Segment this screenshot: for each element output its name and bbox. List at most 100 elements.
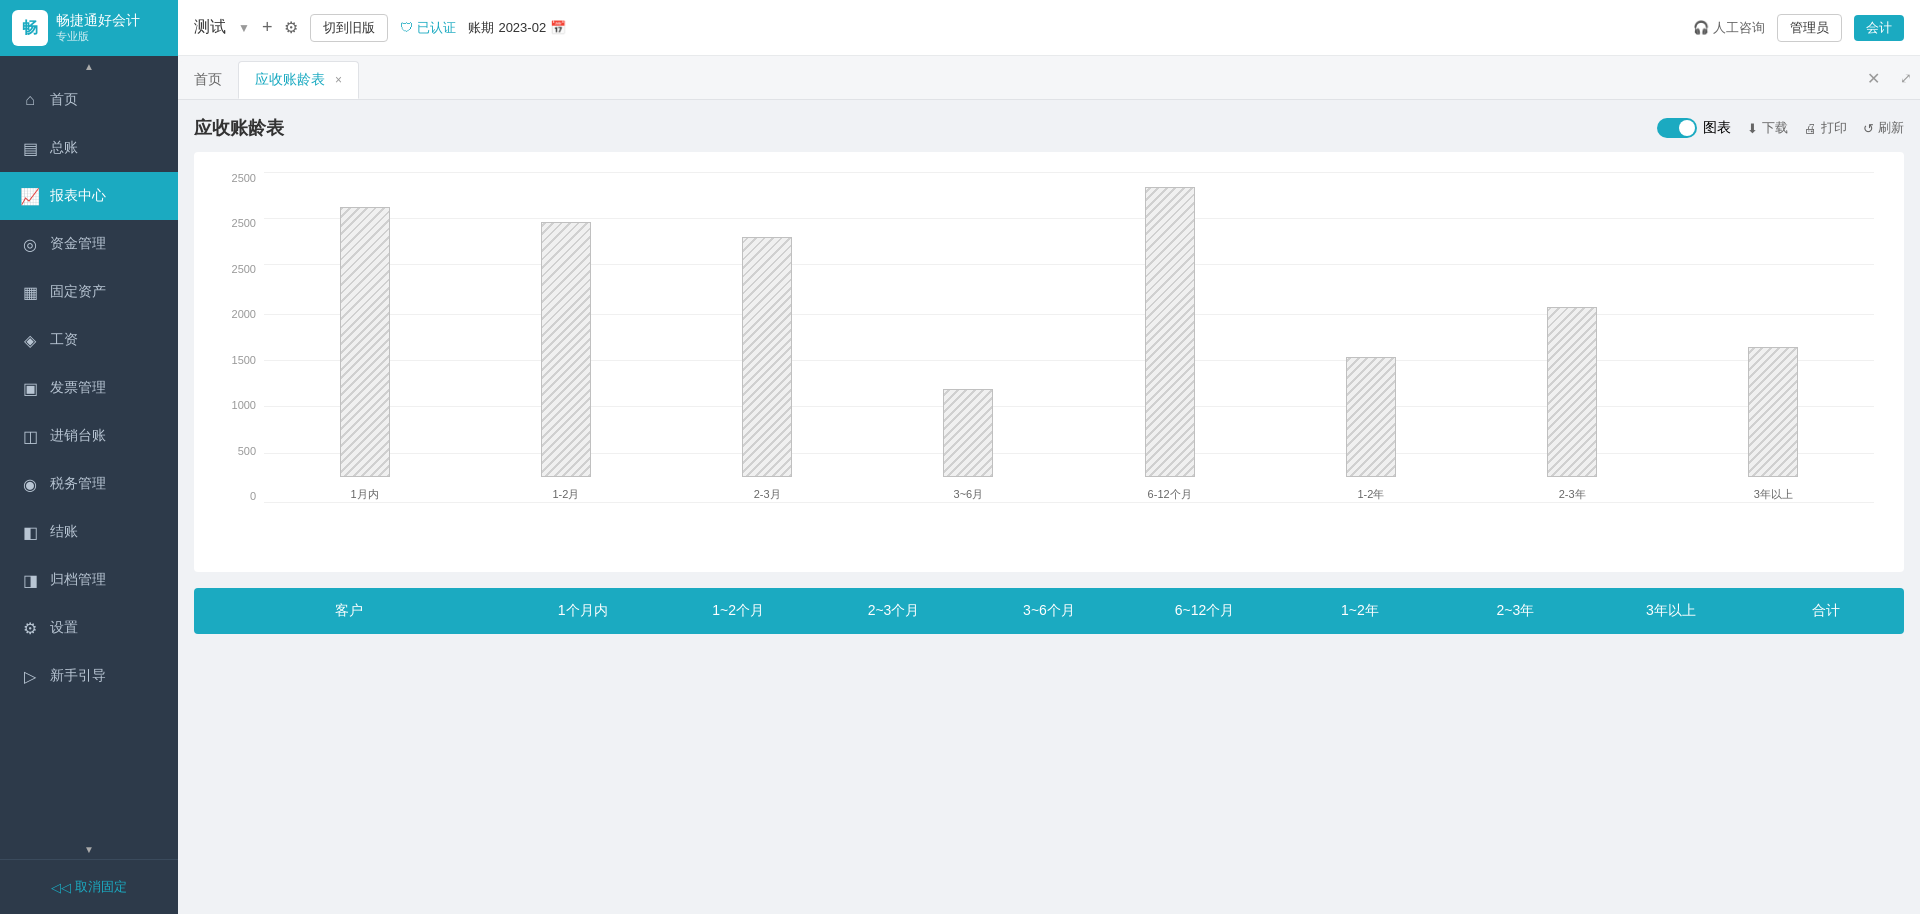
download-icon: ⬇	[1747, 121, 1758, 136]
sidebar-scroll-down[interactable]: ▼	[0, 839, 178, 859]
bar-label-2-3month: 2-3月	[754, 487, 781, 502]
print-button[interactable]: 🖨 打印	[1804, 119, 1847, 137]
refresh-button[interactable]: ↺ 刷新	[1863, 119, 1904, 137]
settings-button[interactable]: ⚙	[284, 18, 298, 37]
download-button[interactable]: ⬇ 下载	[1747, 119, 1788, 137]
sidebar: 畅 畅捷通好会计 专业版 ▲ ⌂ 首页 ▤ 总账 📈 报表中心 ◎ 资金管理 ▦…	[0, 0, 178, 914]
tab-accounts-aging[interactable]: 应收账龄表 ×	[238, 61, 359, 99]
sidebar-item-settings[interactable]: ⚙ 设置	[0, 604, 178, 652]
chart-toggle[interactable]	[1657, 118, 1697, 138]
bar-3year-plus	[1748, 347, 1798, 477]
assets-icon: ▦	[20, 283, 40, 302]
sidebar-item-archive-label: 归档管理	[50, 571, 106, 589]
bar-1-2month	[541, 222, 591, 477]
sidebar-item-reports[interactable]: 📈 报表中心	[0, 172, 178, 220]
th-1-2month: 1~2个月	[660, 588, 815, 634]
reports-icon: 📈	[20, 187, 40, 206]
tab-aging-label: 应收账龄表	[255, 71, 325, 89]
manager-button[interactable]: 管理员	[1777, 14, 1842, 42]
bar-group-1month: 1月内	[264, 207, 465, 502]
sidebar-item-sales[interactable]: ◫ 进销台账	[0, 412, 178, 460]
topbar: 测试 ▼ + ⚙ 切到旧版 🛡 已认证 账期 2023-02 📅 🎧 人工咨询 …	[178, 0, 1920, 56]
th-3year-plus: 3年以上	[1593, 588, 1748, 634]
headset-icon: 🎧	[1693, 20, 1709, 35]
sidebar-item-tax[interactable]: ◉ 税务管理	[0, 460, 178, 508]
calendar-icon[interactable]: 📅	[550, 20, 566, 35]
sidebar-item-archive[interactable]: ◨ 归档管理	[0, 556, 178, 604]
sidebar-item-assets-label: 固定资产	[50, 283, 106, 301]
sidebar-item-home[interactable]: ⌂ 首页	[0, 76, 178, 124]
bar-label-3year-plus: 3年以上	[1754, 487, 1793, 502]
tab-close-icon[interactable]: ×	[335, 73, 342, 87]
sales-icon: ◫	[20, 427, 40, 446]
y-label-2000: 2000	[232, 308, 256, 320]
guide-icon: ▷	[20, 667, 40, 686]
chart-toggle-label: 图表	[1703, 119, 1731, 137]
company-dropdown-icon[interactable]: ▼	[238, 21, 250, 35]
y-label-2500c: 2500	[232, 263, 256, 275]
funds-icon: ◎	[20, 235, 40, 254]
th-1-2year: 1~2年	[1282, 588, 1437, 634]
bar-group-6-12month: 6-12个月	[1069, 187, 1270, 502]
y-label-2500a: 2500	[232, 172, 256, 184]
sidebar-item-reports-label: 报表中心	[50, 187, 106, 205]
tabbar-close-button[interactable]: ✕	[1867, 68, 1880, 87]
sidebar-item-assets[interactable]: ▦ 固定资产	[0, 268, 178, 316]
sidebar-item-general-ledger[interactable]: ▤ 总账	[0, 124, 178, 172]
th-2-3year: 2~3年	[1438, 588, 1593, 634]
main-area: 测试 ▼ + ⚙ 切到旧版 🛡 已认证 账期 2023-02 📅 🎧 人工咨询 …	[178, 0, 1920, 914]
tab-home[interactable]: 首页	[178, 61, 238, 99]
cancel-fixed-button[interactable]: ◁◁ 取消固定	[0, 870, 178, 904]
sidebar-item-close[interactable]: ◧ 结账	[0, 508, 178, 556]
bar-6-12month	[1145, 187, 1195, 477]
period-display: 账期 2023-02 📅	[468, 19, 566, 37]
close-accounts-icon: ◧	[20, 523, 40, 542]
cancel-fixed-label: 取消固定	[75, 878, 127, 896]
refresh-icon: ↺	[1863, 121, 1874, 136]
archive-icon: ◨	[20, 571, 40, 590]
period-value: 2023-02	[498, 20, 546, 35]
bar-group-1-2month: 1-2月	[465, 222, 666, 502]
bar-label-1month: 1月内	[351, 487, 379, 502]
period-label: 账期	[468, 19, 494, 37]
page-header: 应收账龄表 图表 ⬇ 下载 🖨 打印 ↺ 刷新	[194, 116, 1904, 140]
wages-icon: ◈	[20, 331, 40, 350]
chart-container: 2500 2500 2500 2000 1500 1000 500 0	[194, 152, 1904, 572]
bar-1month	[340, 207, 390, 477]
y-axis: 2500 2500 2500 2000 1500 1000 500 0	[214, 172, 264, 502]
settings-icon: ⚙	[20, 619, 40, 638]
tabbar-expand-button[interactable]: ⤢	[1900, 70, 1912, 86]
sidebar-item-wages[interactable]: ◈ 工资	[0, 316, 178, 364]
sidebar-item-close-label: 结账	[50, 523, 78, 541]
grid-line-bottom	[264, 502, 1874, 503]
page-title: 应收账龄表	[194, 116, 284, 140]
y-label-2500b: 2500	[232, 217, 256, 229]
sidebar-item-ledger-label: 总账	[50, 139, 78, 157]
sidebar-item-invoices[interactable]: ▣ 发票管理	[0, 364, 178, 412]
accounting-button[interactable]: 会计	[1854, 15, 1904, 41]
chart-toggle-wrap: 图表	[1657, 118, 1731, 138]
th-1month: 1个月内	[505, 588, 660, 634]
sidebar-scroll-up[interactable]: ▲	[0, 56, 178, 76]
th-2-3month: 2~3个月	[816, 588, 971, 634]
page-actions: 图表 ⬇ 下载 🖨 打印 ↺ 刷新	[1657, 118, 1904, 138]
bar-label-3-6month: 3~6月	[954, 487, 984, 502]
bar-1-2year	[1346, 357, 1396, 477]
sidebar-item-funds[interactable]: ◎ 资金管理	[0, 220, 178, 268]
old-version-button[interactable]: 切到旧版	[310, 14, 388, 42]
sidebar-item-guide[interactable]: ▷ 新手引导	[0, 652, 178, 700]
bar-label-6-12month: 6-12个月	[1148, 487, 1192, 502]
y-label-1000: 1000	[232, 399, 256, 411]
ledger-icon: ▤	[20, 139, 40, 158]
tax-icon: ◉	[20, 475, 40, 494]
bar-label-1-2month: 1-2月	[552, 487, 579, 502]
th-3-6month: 3~6个月	[971, 588, 1126, 634]
add-company-button[interactable]: +	[262, 17, 273, 38]
y-label-1500: 1500	[232, 354, 256, 366]
bars-area: 1月内 1-2月 2-3月 3~6月	[264, 172, 1874, 502]
consult-button[interactable]: 🎧 人工咨询	[1693, 19, 1765, 37]
content-area: 应收账龄表 图表 ⬇ 下载 🖨 打印 ↺ 刷新	[178, 100, 1920, 914]
bar-group-3year-plus: 3年以上	[1673, 347, 1874, 502]
print-icon: 🖨	[1804, 121, 1817, 136]
y-label-0: 0	[250, 490, 256, 502]
